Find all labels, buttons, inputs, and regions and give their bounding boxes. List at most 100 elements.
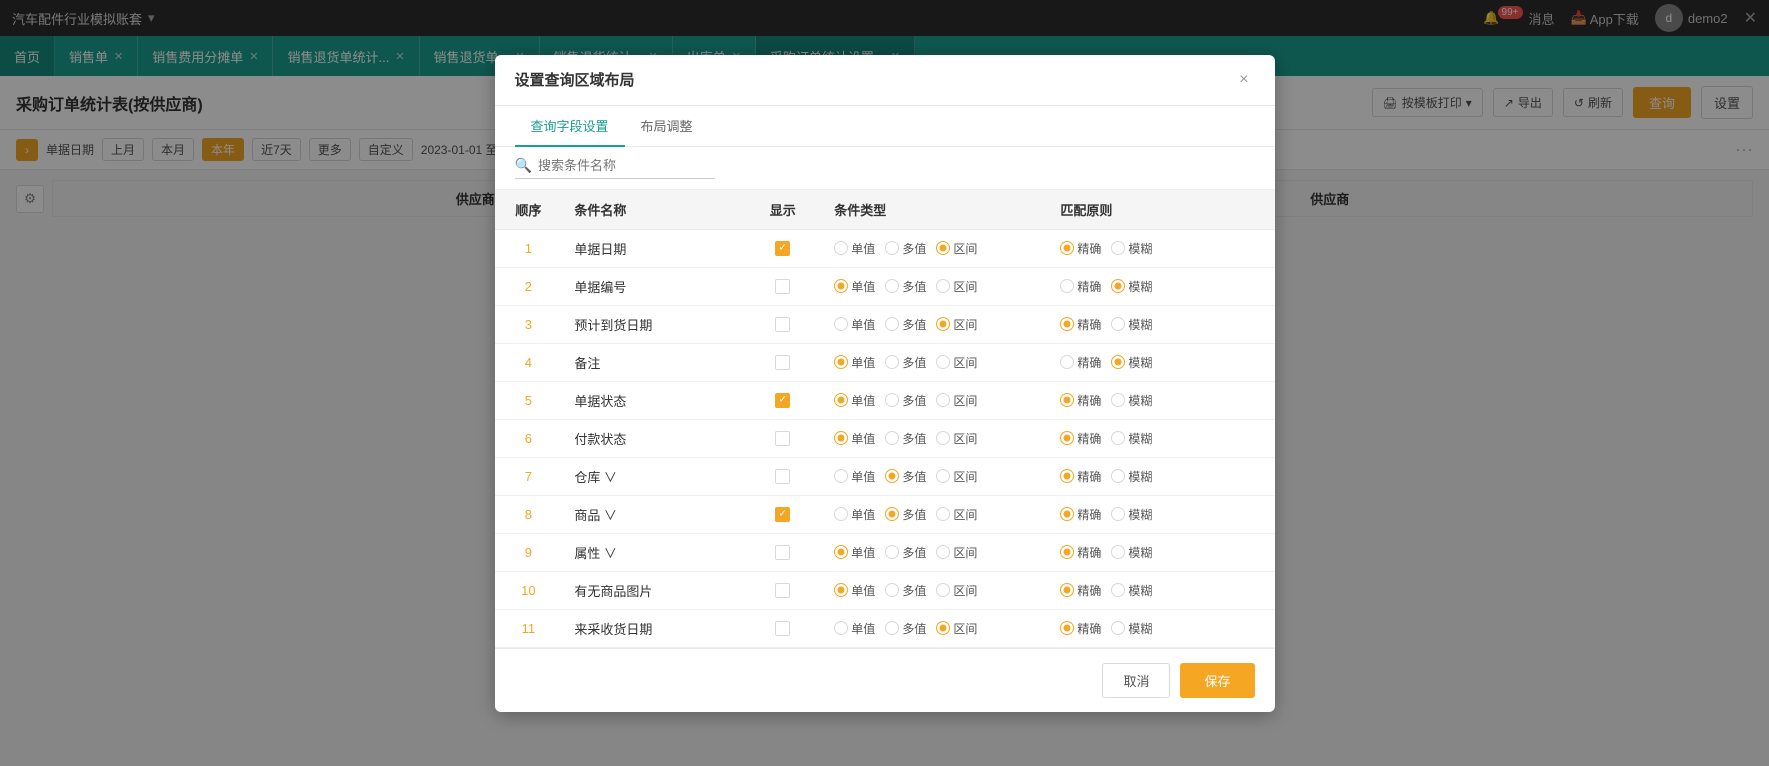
row-show-cell[interactable] [743,571,822,609]
show-checkbox[interactable] [775,469,790,484]
row-order: 5 [495,381,563,419]
type-radio-单值[interactable]: 单值 [834,468,875,485]
type-radio-区间[interactable]: 区间 [936,392,977,409]
show-checkbox[interactable] [775,393,790,408]
show-checkbox[interactable] [775,621,790,636]
match-radio-精确[interactable]: 精确 [1060,506,1101,523]
type-radio-多值[interactable]: 多值 [885,278,926,295]
match-radio-精确[interactable]: 精确 [1060,620,1101,637]
show-checkbox[interactable] [775,241,790,256]
cancel-button[interactable]: 取消 [1102,663,1170,698]
modal-table: 顺序 条件名称 显示 条件类型 匹配原则 1单据日期单值多值区间精确模糊2单据编… [495,190,1275,648]
row-show-cell[interactable] [743,419,822,457]
type-radio-多值[interactable]: 多值 [885,544,926,561]
row-type-cell: 单值多值区间 [822,495,1048,533]
type-radio-单值[interactable]: 单值 [834,354,875,371]
match-radio-模糊[interactable]: 模糊 [1111,354,1152,371]
match-radio-模糊[interactable]: 模糊 [1111,430,1152,447]
row-match-cell: 精确模糊 [1048,495,1274,533]
type-radio-单值[interactable]: 单值 [834,582,875,599]
row-show-cell[interactable] [743,305,822,343]
show-checkbox[interactable] [775,279,790,294]
match-radio-精确[interactable]: 精确 [1060,582,1101,599]
type-radio-区间[interactable]: 区间 [936,354,977,371]
type-radio-单值[interactable]: 单值 [834,620,875,637]
type-radio-多值[interactable]: 多值 [885,354,926,371]
row-type-cell: 单值多值区间 [822,343,1048,381]
type-radio-区间[interactable]: 区间 [936,582,977,599]
tab-layout[interactable]: 布局调整 [625,106,709,147]
type-radio-区间[interactable]: 区间 [936,620,977,637]
match-radio-模糊[interactable]: 模糊 [1111,620,1152,637]
match-radio-模糊[interactable]: 模糊 [1111,582,1152,599]
modal-close-button[interactable]: × [1233,69,1254,91]
match-radio-精确[interactable]: 精确 [1060,316,1101,333]
search-input[interactable] [538,158,698,173]
match-radio-精确[interactable]: 精确 [1060,278,1101,295]
type-radio-单值[interactable]: 单值 [834,430,875,447]
row-show-cell[interactable] [743,609,822,647]
match-radio-模糊[interactable]: 模糊 [1111,240,1152,257]
row-show-cell[interactable] [743,495,822,533]
radio-dot [834,279,848,293]
match-radio-模糊[interactable]: 模糊 [1111,468,1152,485]
radio-dot [885,279,899,293]
save-button[interactable]: 保存 [1180,663,1254,698]
modal-title: 设置查询区域布局 [515,69,635,90]
type-radio-多值[interactable]: 多值 [885,316,926,333]
show-checkbox[interactable] [775,317,790,332]
match-radio-精确[interactable]: 精确 [1060,240,1101,257]
show-checkbox[interactable] [775,507,790,522]
show-checkbox[interactable] [775,545,790,560]
row-show-cell[interactable] [743,457,822,495]
type-radio-单值[interactable]: 单值 [834,278,875,295]
show-checkbox[interactable] [775,431,790,446]
match-radio-模糊[interactable]: 模糊 [1111,392,1152,409]
match-radio-模糊[interactable]: 模糊 [1111,278,1152,295]
radio-dot [885,621,899,635]
row-condition-name: 付款状态 [562,419,743,457]
match-radio-精确[interactable]: 精确 [1060,544,1101,561]
match-radio-精确[interactable]: 精确 [1060,392,1101,409]
match-radio-模糊[interactable]: 模糊 [1111,316,1152,333]
type-radio-区间[interactable]: 区间 [936,316,977,333]
match-radio-模糊[interactable]: 模糊 [1111,506,1152,523]
show-checkbox[interactable] [775,583,790,598]
type-radio-多值[interactable]: 多值 [885,430,926,447]
type-radio-多值[interactable]: 多值 [885,468,926,485]
type-radio-单值[interactable]: 单值 [834,506,875,523]
type-radio-区间[interactable]: 区间 [936,240,977,257]
type-radio-单值[interactable]: 单值 [834,544,875,561]
row-show-cell[interactable] [743,343,822,381]
radio-dot [1111,355,1125,369]
row-show-cell[interactable] [743,229,822,267]
type-radio-多值[interactable]: 多值 [885,582,926,599]
type-radio-区间[interactable]: 区间 [936,278,977,295]
type-radio-单值[interactable]: 单值 [834,316,875,333]
show-checkbox[interactable] [775,355,790,370]
type-radio-区间[interactable]: 区间 [936,506,977,523]
order-number: 6 [525,431,532,446]
type-radio-多值[interactable]: 多值 [885,506,926,523]
type-radio-多值[interactable]: 多值 [885,240,926,257]
order-number: 4 [525,355,532,370]
radio-dot [1111,431,1125,445]
match-radio-精确[interactable]: 精确 [1060,468,1101,485]
type-radio-区间[interactable]: 区间 [936,468,977,485]
type-radio-单值[interactable]: 单值 [834,392,875,409]
type-radio-区间[interactable]: 区间 [936,430,977,447]
type-radio-多值[interactable]: 多值 [885,392,926,409]
radio-dot [885,241,899,255]
row-show-cell[interactable] [743,267,822,305]
type-radio-区间[interactable]: 区间 [936,544,977,561]
tab-query-fields[interactable]: 查询字段设置 [515,106,625,147]
row-show-cell[interactable] [743,533,822,571]
match-radio-精确[interactable]: 精确 [1060,430,1101,447]
type-radio-多值[interactable]: 多值 [885,620,926,637]
type-radio-单值[interactable]: 单值 [834,240,875,257]
match-radio-模糊[interactable]: 模糊 [1111,544,1152,561]
radio-dot [936,507,950,521]
table-row: 7仓库 ∨单值多值区间精确模糊 [495,457,1275,495]
match-radio-精确[interactable]: 精确 [1060,354,1101,371]
row-show-cell[interactable] [743,381,822,419]
